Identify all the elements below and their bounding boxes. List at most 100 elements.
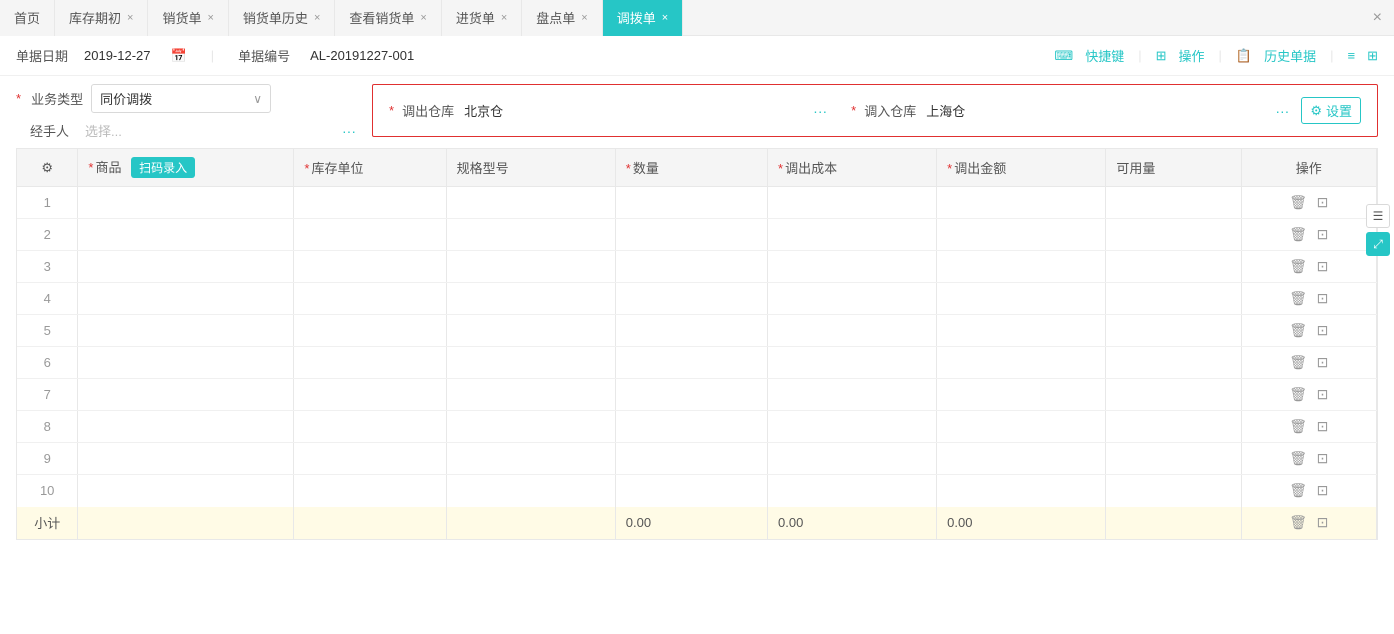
qty-cell[interactable] <box>615 187 767 219</box>
available-cell[interactable] <box>1106 347 1241 379</box>
spec-cell[interactable] <box>446 219 615 251</box>
cost-cell[interactable] <box>768 443 937 475</box>
tab-home[interactable]: 首页 <box>0 0 55 36</box>
available-cell[interactable] <box>1106 251 1241 283</box>
layout-icon2[interactable]: ⊞ <box>1367 48 1378 64</box>
amount-cell[interactable] <box>937 251 1106 283</box>
amount-cell[interactable] <box>937 347 1106 379</box>
spec-cell[interactable] <box>446 475 615 507</box>
available-cell[interactable] <box>1106 475 1241 507</box>
ops-grid-icon[interactable]: ⊞ <box>1156 48 1167 64</box>
product-cell[interactable] <box>78 475 294 507</box>
qty-cell[interactable] <box>615 315 767 347</box>
spec-cell[interactable] <box>446 187 615 219</box>
qty-cell[interactable] <box>615 379 767 411</box>
tab-purchase[interactable]: 进货单 × <box>442 0 522 36</box>
available-cell[interactable] <box>1106 315 1241 347</box>
delete-icon[interactable]: 🗑 <box>1289 514 1307 530</box>
history-label[interactable]: 历史单据 <box>1264 46 1316 65</box>
delete-icon[interactable]: 🗑 <box>1289 322 1307 338</box>
in-warehouse-value[interactable]: 上海仓 <box>926 101 965 120</box>
copy-icon[interactable]: ⊡ <box>1317 418 1329 434</box>
copy-icon[interactable]: ⊡ <box>1317 258 1329 274</box>
product-cell[interactable] <box>78 315 294 347</box>
window-close-button[interactable]: × <box>1361 9 1394 27</box>
amount-cell[interactable] <box>937 219 1106 251</box>
out-warehouse-more-button[interactable]: ··· <box>813 103 827 119</box>
unit-cell[interactable] <box>294 411 446 443</box>
copy-icon[interactable]: ⊡ <box>1317 450 1329 466</box>
delete-icon[interactable]: 🗑 <box>1289 482 1307 498</box>
cost-cell[interactable] <box>768 475 937 507</box>
qty-cell[interactable] <box>615 475 767 507</box>
tab-inventory[interactable]: 盘点单 × <box>522 0 602 36</box>
close-icon[interactable]: × <box>420 12 426 24</box>
spec-cell[interactable] <box>446 443 615 475</box>
layout-icon1[interactable]: ≡ <box>1348 48 1356 63</box>
amount-cell[interactable] <box>937 379 1106 411</box>
delete-icon[interactable]: 🗑 <box>1289 418 1307 434</box>
amount-cell[interactable] <box>937 411 1106 443</box>
unit-cell[interactable] <box>294 347 446 379</box>
copy-icon[interactable]: ⊡ <box>1317 322 1329 338</box>
close-icon[interactable]: × <box>314 12 320 24</box>
product-cell[interactable] <box>78 283 294 315</box>
scan-button[interactable]: 扫码录入 <box>131 157 195 178</box>
delete-icon[interactable]: 🗑 <box>1289 354 1307 370</box>
available-cell[interactable] <box>1106 443 1241 475</box>
close-icon[interactable]: × <box>581 12 587 24</box>
close-icon[interactable]: × <box>662 12 668 24</box>
amount-cell[interactable] <box>937 475 1106 507</box>
tab-sales-order[interactable]: 销货单 × <box>148 0 228 36</box>
unit-cell[interactable] <box>294 283 446 315</box>
shortcut-icon[interactable]: ⌨ <box>1054 48 1073 64</box>
delete-icon[interactable]: 🗑 <box>1289 386 1307 402</box>
amount-cell[interactable] <box>937 315 1106 347</box>
close-icon[interactable]: × <box>127 12 133 24</box>
available-cell[interactable] <box>1106 411 1241 443</box>
spec-cell[interactable] <box>446 379 615 411</box>
delete-icon[interactable]: 🗑 <box>1289 450 1307 466</box>
calendar-icon[interactable]: 📅 <box>171 48 187 64</box>
product-cell[interactable] <box>78 443 294 475</box>
qty-cell[interactable] <box>615 443 767 475</box>
product-cell[interactable] <box>78 251 294 283</box>
cost-cell[interactable] <box>768 379 937 411</box>
qty-cell[interactable] <box>615 251 767 283</box>
available-cell[interactable] <box>1106 187 1241 219</box>
handler-more-button[interactable]: ··· <box>342 123 356 139</box>
unit-cell[interactable] <box>294 475 446 507</box>
tab-transfer[interactable]: 调拨单 × <box>603 0 683 36</box>
cost-cell[interactable] <box>768 347 937 379</box>
spec-cell[interactable] <box>446 347 615 379</box>
cost-cell[interactable] <box>768 187 937 219</box>
unit-cell[interactable] <box>294 443 446 475</box>
unit-cell[interactable] <box>294 251 446 283</box>
spec-cell[interactable] <box>446 315 615 347</box>
cost-cell[interactable] <box>768 251 937 283</box>
out-warehouse-value[interactable]: 北京仓 <box>464 101 503 120</box>
cost-cell[interactable] <box>768 219 937 251</box>
spec-cell[interactable] <box>446 251 615 283</box>
qty-cell[interactable] <box>615 219 767 251</box>
product-cell[interactable] <box>78 219 294 251</box>
tab-view-sales[interactable]: 查看销货单 × <box>335 0 441 36</box>
ops-label[interactable]: 操作 <box>1179 46 1205 65</box>
product-cell[interactable] <box>78 411 294 443</box>
unit-cell[interactable] <box>294 315 446 347</box>
available-cell[interactable] <box>1106 379 1241 411</box>
delete-icon[interactable]: 🗑 <box>1289 226 1307 242</box>
unit-cell[interactable] <box>294 379 446 411</box>
cost-cell[interactable] <box>768 315 937 347</box>
close-icon[interactable]: × <box>207 12 213 24</box>
copy-icon[interactable]: ⊡ <box>1317 514 1329 530</box>
col-settings[interactable]: ⚙ <box>17 149 78 187</box>
doc-panel-icon[interactable]: ☰ <box>1366 204 1390 228</box>
cost-cell[interactable] <box>768 283 937 315</box>
qty-cell[interactable] <box>615 411 767 443</box>
copy-icon[interactable]: ⊡ <box>1317 226 1329 242</box>
copy-icon[interactable]: ⊡ <box>1317 482 1329 498</box>
copy-icon[interactable]: ⊡ <box>1317 290 1329 306</box>
amount-cell[interactable] <box>937 187 1106 219</box>
spec-cell[interactable] <box>446 283 615 315</box>
